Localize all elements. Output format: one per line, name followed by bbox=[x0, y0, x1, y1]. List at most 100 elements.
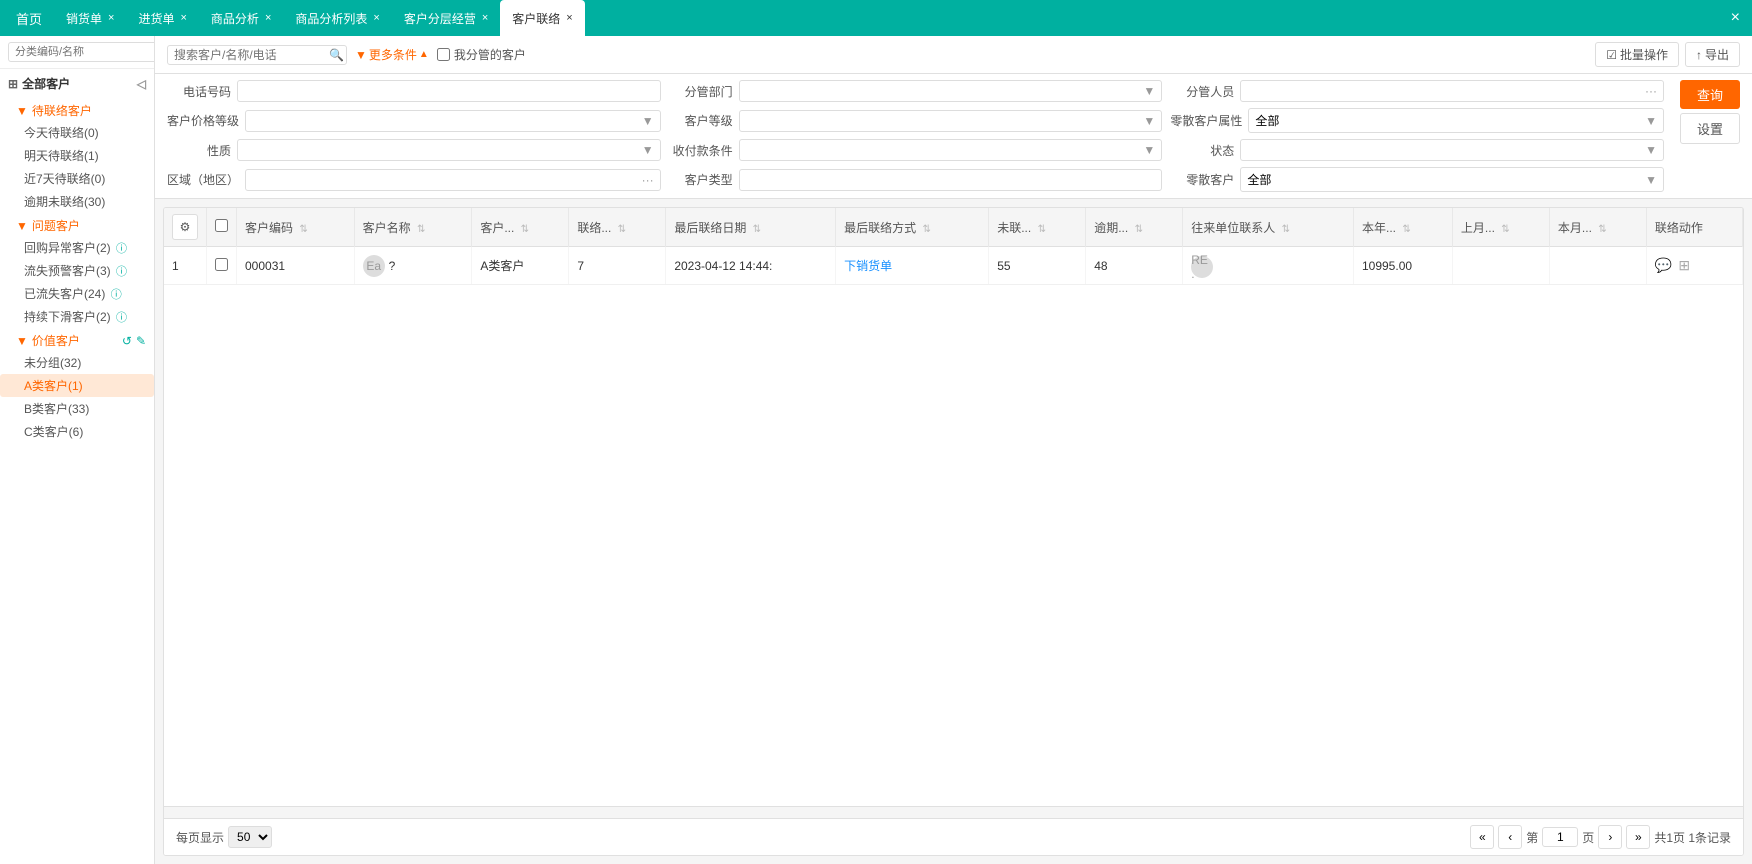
customer-avatar: Ea bbox=[363, 255, 385, 277]
col-contact[interactable]: 联络... ⇅ bbox=[569, 208, 666, 247]
filter-search-input[interactable] bbox=[174, 48, 329, 62]
nav-tab-sales[interactable]: 销货单 × bbox=[54, 0, 126, 36]
manager-input[interactable]: ··· bbox=[1240, 80, 1664, 102]
customer-type-input[interactable] bbox=[739, 169, 1163, 191]
last-page-btn[interactable]: » bbox=[1626, 825, 1650, 849]
col-select-all[interactable] bbox=[207, 208, 237, 247]
sidebar-search-input[interactable] bbox=[8, 42, 155, 62]
col-this-year[interactable]: 本年... ⇅ bbox=[1353, 208, 1452, 247]
col-not-contact[interactable]: 未联... ⇅ bbox=[989, 208, 1086, 247]
caret-icon4: ▼ bbox=[1645, 114, 1657, 128]
table-scroll[interactable]: ⚙ 客户编码 ⇅ 客户名称 ⇅ bbox=[164, 208, 1743, 806]
col-this-month[interactable]: 本月... ⇅ bbox=[1549, 208, 1646, 247]
price-level-select[interactable]: ▼ bbox=[245, 110, 661, 132]
select-all-checkbox[interactable] bbox=[215, 219, 228, 232]
caret-icon3: ▼ bbox=[1143, 114, 1155, 128]
close-customer-mgmt-tab[interactable]: × bbox=[482, 12, 488, 24]
page-size-select[interactable]: 50 bbox=[228, 826, 272, 848]
close-product-analysis-tab[interactable]: × bbox=[265, 12, 271, 24]
sort-icon-this-year: ⇅ bbox=[1402, 224, 1410, 235]
export-button[interactable]: ↑ 导出 bbox=[1685, 42, 1740, 67]
retail-attr-select[interactable]: 全部 ▼ bbox=[1248, 108, 1664, 133]
cell-checkbox[interactable] bbox=[207, 247, 237, 285]
close-customer-contact-tab[interactable]: × bbox=[566, 12, 572, 24]
nature-select[interactable]: ▼ bbox=[237, 139, 661, 161]
filter-bar: 🔍 ▼ 更多条件 ▲ 我分管的客户 ☑ 批量操作 ↑ 导出 bbox=[155, 36, 1752, 74]
close-purchase-tab[interactable]: × bbox=[180, 12, 186, 24]
prev-page-btn[interactable]: ‹ bbox=[1498, 825, 1522, 849]
nav-home[interactable]: 首页 bbox=[4, 9, 54, 28]
cell-last-method[interactable]: 下销货单 bbox=[836, 247, 989, 285]
page-number-input[interactable] bbox=[1542, 827, 1578, 847]
status-select[interactable]: ▼ bbox=[1240, 139, 1664, 161]
col-last-month[interactable]: 上月... ⇅ bbox=[1452, 208, 1549, 247]
sidebar-item-repurchase-abnormal[interactable]: 回购异常客户(2) ⓘ bbox=[0, 236, 154, 259]
nav-tab-purchase[interactable]: 进货单 × bbox=[126, 0, 198, 36]
phone-input[interactable] bbox=[237, 80, 661, 102]
sidebar-item-a-class[interactable]: A类客户(1) bbox=[0, 374, 154, 397]
sidebar-all-customers[interactable]: ⊞ 全部客户 ◁ bbox=[0, 69, 154, 98]
sidebar-item-churned[interactable]: 已流失客户(24) ⓘ bbox=[0, 282, 154, 305]
nav-tab-product-analysis[interactable]: 商品分析 × bbox=[199, 0, 283, 36]
col-overdue[interactable]: 逾期... ⇅ bbox=[1086, 208, 1183, 247]
filter-more-btn[interactable]: ▼ 更多条件 ▲ bbox=[355, 46, 429, 63]
main-layout: 🔍 ⊞ 全部客户 ◁ ▼ 待联络客户 今天待联络(0) 明天待联络(1) 近7天… bbox=[0, 36, 1752, 864]
refresh-icon[interactable]: ↺ bbox=[122, 334, 132, 348]
close-window-icon[interactable]: × bbox=[1723, 9, 1748, 27]
sidebar-item-c-class[interactable]: C类客户(6) bbox=[0, 420, 154, 443]
next-page-btn[interactable]: › bbox=[1598, 825, 1622, 849]
col-contacts[interactable]: 往来单位联系人 ⇅ bbox=[1183, 208, 1354, 247]
caret-icon6: ▼ bbox=[1143, 143, 1155, 157]
manager-label: 分管人员 bbox=[1170, 83, 1240, 100]
gear-button[interactable]: ⚙ bbox=[172, 214, 198, 240]
sidebar-item-declining[interactable]: 持续下滑客户(2) ⓘ bbox=[0, 305, 154, 328]
filter-row-3: 性质 ▼ 收付款条件 ▼ bbox=[167, 139, 1664, 161]
comment-icon[interactable]: 💬 bbox=[1655, 257, 1672, 274]
row-checkbox[interactable] bbox=[215, 258, 228, 271]
filter-payment: 收付款条件 ▼ bbox=[669, 139, 1163, 161]
retail-select[interactable]: 全部 ▼ bbox=[1240, 167, 1664, 192]
filter-my-customers[interactable]: 我分管的客户 bbox=[437, 46, 526, 63]
sidebar-group-value[interactable]: ▼ 价值客户 ↺ ✎ bbox=[0, 328, 154, 351]
region-input[interactable]: ··· bbox=[245, 169, 661, 191]
batch-op-button[interactable]: ☑ 批量操作 bbox=[1595, 42, 1679, 67]
edit-icon[interactable]: ✎ bbox=[136, 334, 146, 348]
horizontal-scrollbar[interactable] bbox=[164, 806, 1743, 818]
close-sales-tab[interactable]: × bbox=[108, 12, 114, 24]
sidebar-item-b-class[interactable]: B类客户(33) bbox=[0, 397, 154, 420]
filter-actions: ☑ 批量操作 ↑ 导出 bbox=[1595, 42, 1740, 67]
payment-select[interactable]: ▼ bbox=[739, 139, 1163, 161]
customer-level-select[interactable]: ▼ bbox=[739, 110, 1163, 132]
col-type[interactable]: 客户... ⇅ bbox=[472, 208, 569, 247]
nav-tab-customer-contact[interactable]: 客户联络 × bbox=[500, 0, 584, 36]
query-button[interactable]: 查询 bbox=[1680, 80, 1740, 109]
filter-search-container: 🔍 bbox=[167, 45, 347, 65]
last-method-link[interactable]: 下销货单 bbox=[844, 259, 892, 273]
col-last-date[interactable]: 最后联络日期 ⇅ bbox=[666, 208, 836, 247]
first-page-btn[interactable]: « bbox=[1470, 825, 1494, 849]
qr-icon[interactable]: ⊞ bbox=[1678, 257, 1690, 274]
sidebar-group-pending[interactable]: ▼ 待联络客户 bbox=[0, 98, 154, 121]
dept-select[interactable]: ▼ bbox=[739, 80, 1163, 102]
sidebar-item-tomorrow[interactable]: 明天待联络(1) bbox=[0, 144, 154, 167]
pagination: 每页显示 50 « ‹ 第 页 › » 共1页 1条记录 bbox=[164, 818, 1743, 855]
col-code[interactable]: 客户编码 ⇅ bbox=[237, 208, 355, 247]
sidebar-group-problem[interactable]: ▼ 问题客户 bbox=[0, 213, 154, 236]
col-last-method[interactable]: 最后联络方式 ⇅ bbox=[836, 208, 989, 247]
my-customers-checkbox[interactable] bbox=[437, 48, 450, 61]
filter-search-icon[interactable]: 🔍 bbox=[329, 48, 344, 62]
content-area: 🔍 ▼ 更多条件 ▲ 我分管的客户 ☑ 批量操作 ↑ 导出 bbox=[155, 36, 1752, 864]
sidebar-item-churn-warning[interactable]: 流失预警客户(3) ⓘ bbox=[0, 259, 154, 282]
sort-icon-last-method: ⇅ bbox=[922, 224, 930, 235]
nav-tab-product-list[interactable]: 商品分析列表 × bbox=[283, 0, 391, 36]
sidebar-item-overdue[interactable]: 逾期未联络(30) bbox=[0, 190, 154, 213]
setting-button[interactable]: 设置 bbox=[1680, 113, 1740, 144]
info-icon2: ⓘ bbox=[116, 266, 127, 278]
sidebar-item-today[interactable]: 今天待联络(0) bbox=[0, 121, 154, 144]
cell-contact-count: 7 bbox=[569, 247, 666, 285]
close-product-list-tab[interactable]: × bbox=[373, 12, 379, 24]
sidebar-item-7days[interactable]: 近7天待联络(0) bbox=[0, 167, 154, 190]
sidebar-item-ungroup[interactable]: 未分组(32) bbox=[0, 351, 154, 374]
nav-tab-customer-mgmt[interactable]: 客户分层经营 × bbox=[392, 0, 500, 36]
col-name[interactable]: 客户名称 ⇅ bbox=[354, 208, 472, 247]
